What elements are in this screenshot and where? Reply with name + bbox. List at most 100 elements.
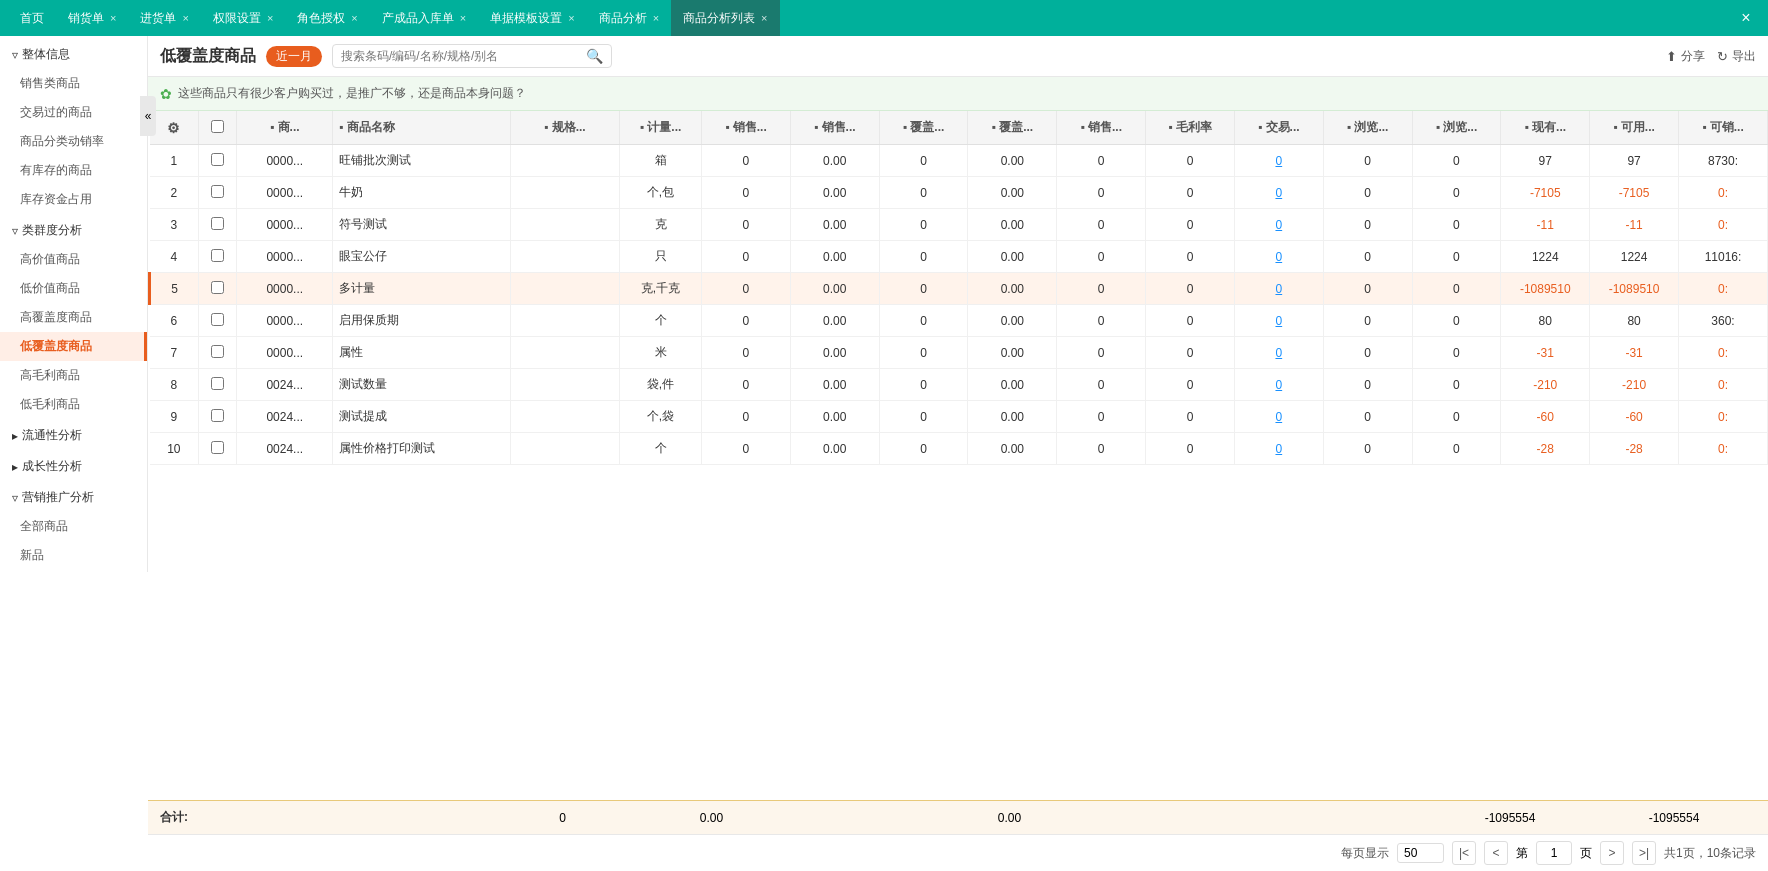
nav-purchase-close-icon[interactable]: × <box>182 12 188 24</box>
export-button[interactable]: ↻ 导出 <box>1717 48 1756 65</box>
sidebar-item-high-value-label: 高价值商品 <box>20 251 80 268</box>
nav-product-analysis-close-icon[interactable]: × <box>653 12 659 24</box>
nav-template-label: 单据模板设置 <box>490 10 562 27</box>
th-sales2[interactable]: ▪ 销售... <box>790 111 879 145</box>
cell-check[interactable] <box>199 145 237 177</box>
next-page-button[interactable]: > <box>1600 841 1624 865</box>
search-input[interactable] <box>341 49 582 63</box>
th-cover1[interactable]: ▪ 覆盖... <box>879 111 968 145</box>
nav-role[interactable]: 角色授权 × <box>285 0 369 36</box>
cell-trade[interactable]: 0 <box>1234 337 1323 369</box>
window-close-button[interactable]: × <box>1732 4 1760 32</box>
cell-check[interactable] <box>199 305 237 337</box>
cell-trade[interactable]: 0 <box>1234 273 1323 305</box>
th-cover2[interactable]: ▪ 覆盖... <box>968 111 1057 145</box>
cell-current: -210 <box>1501 369 1590 401</box>
th-name[interactable]: ▪ 商品名称 <box>333 111 511 145</box>
sidebar-item-capital-usage[interactable]: 库存资金占用 <box>0 185 147 214</box>
sidebar-item-category-rate-label: 商品分类动销率 <box>20 133 104 150</box>
cell-trade[interactable]: 0 <box>1234 369 1323 401</box>
sidebar-item-low-margin[interactable]: 低毛利商品 <box>0 390 147 419</box>
nav-role-close-icon[interactable]: × <box>351 12 357 24</box>
cell-check[interactable] <box>199 273 237 305</box>
last-page-button[interactable]: >| <box>1632 841 1656 865</box>
th-available[interactable]: ▪ 可用... <box>1590 111 1679 145</box>
cell-spec <box>510 241 619 273</box>
th-sellable[interactable]: ▪ 可销... <box>1678 111 1767 145</box>
th-sales3-label: ▪ 销售... <box>1080 120 1122 134</box>
cell-trade[interactable]: 0 <box>1234 209 1323 241</box>
share-button[interactable]: ⬆ 分享 <box>1666 48 1705 65</box>
prev-page-button[interactable]: < <box>1484 841 1508 865</box>
nav-product-analysis-list-close-icon[interactable]: × <box>761 12 767 24</box>
settings-icon[interactable]: ⚙ <box>167 120 180 136</box>
sidebar-group-liquidity[interactable]: ▸ 流通性分析 <box>0 421 147 450</box>
nav-home[interactable]: 首页 <box>8 0 56 36</box>
sidebar-group-cluster[interactable]: ▿ 类群度分析 <box>0 216 147 245</box>
sidebar-item-traded-goods[interactable]: 交易过的商品 <box>0 98 147 127</box>
nav-product-in[interactable]: 产成品入库单 × <box>370 0 478 36</box>
cell-check[interactable] <box>199 401 237 433</box>
th-available-label: ▪ 可用... <box>1613 120 1655 134</box>
th-browse1[interactable]: ▪ 浏览... <box>1323 111 1412 145</box>
sidebar-group-marketing[interactable]: ▿ 营销推广分析 <box>0 483 147 512</box>
sidebar-item-high-margin[interactable]: 高毛利商品 <box>0 361 147 390</box>
sidebar-group-growth-icon: ▸ <box>12 460 18 474</box>
sidebar-group-growth[interactable]: ▸ 成长性分析 <box>0 452 147 481</box>
sidebar-item-new-goods[interactable]: 新品 <box>0 541 147 570</box>
nav-product-in-close-icon[interactable]: × <box>460 12 466 24</box>
cell-sales3: 0 <box>1057 145 1146 177</box>
cell-trade[interactable]: 0 <box>1234 401 1323 433</box>
cell-check[interactable] <box>199 241 237 273</box>
sidebar-item-category-rate[interactable]: 商品分类动销率 <box>0 127 147 156</box>
th-unit[interactable]: ▪ 计量... <box>620 111 702 145</box>
select-all-checkbox[interactable] <box>211 120 224 133</box>
nav-permission[interactable]: 权限设置 × <box>201 0 285 36</box>
th-trade[interactable]: ▪ 交易... <box>1234 111 1323 145</box>
th-sales3[interactable]: ▪ 销售... <box>1057 111 1146 145</box>
th-spec[interactable]: ▪ 规格... <box>510 111 619 145</box>
nav-sales-close-icon[interactable]: × <box>110 12 116 24</box>
sidebar-section-general: ▿ 整体信息 销售类商品 交易过的商品 商品分类动销率 有库存的商品 库存资金占… <box>0 40 147 214</box>
cell-check[interactable] <box>199 433 237 465</box>
cell-check[interactable] <box>199 369 237 401</box>
th-browse2[interactable]: ▪ 浏览... <box>1412 111 1501 145</box>
page-input[interactable] <box>1536 841 1572 865</box>
nav-purchase[interactable]: 进货单 × <box>128 0 200 36</box>
per-page-select[interactable]: 50 100 200 <box>1397 843 1444 863</box>
nav-template-close-icon[interactable]: × <box>568 12 574 24</box>
th-current[interactable]: ▪ 现有... <box>1501 111 1590 145</box>
sidebar-collapse-button[interactable]: « <box>140 96 156 136</box>
cell-current: -1089510 <box>1501 273 1590 305</box>
cell-check[interactable] <box>199 209 237 241</box>
cell-sales2: 0.00 <box>790 337 879 369</box>
nav-permission-close-icon[interactable]: × <box>267 12 273 24</box>
th-sales1[interactable]: ▪ 销售... <box>702 111 791 145</box>
nav-template[interactable]: 单据模板设置 × <box>478 0 586 36</box>
sidebar-group-growth-label: 成长性分析 <box>22 458 82 475</box>
first-page-button[interactable]: |< <box>1452 841 1476 865</box>
cell-trade[interactable]: 0 <box>1234 177 1323 209</box>
search-icon[interactable]: 🔍 <box>586 48 603 64</box>
cell-check[interactable] <box>199 177 237 209</box>
cell-trade[interactable]: 0 <box>1234 241 1323 273</box>
sidebar-item-sales-goods[interactable]: 销售类商品 <box>0 69 147 98</box>
sidebar-item-low-value[interactable]: 低价值商品 <box>0 274 147 303</box>
sidebar-item-stocked-goods[interactable]: 有库存的商品 <box>0 156 147 185</box>
sidebar-item-low-coverage[interactable]: 低覆盖度商品 <box>0 332 147 361</box>
sidebar-item-all-goods[interactable]: 全部商品 <box>0 512 147 541</box>
sidebar-item-high-coverage[interactable]: 高覆盖度商品 <box>0 303 147 332</box>
sidebar-group-general[interactable]: ▿ 整体信息 <box>0 40 147 69</box>
cell-trade[interactable]: 0 <box>1234 305 1323 337</box>
nav-product-analysis-list[interactable]: 商品分析列表 × <box>671 0 779 36</box>
time-filter-button[interactable]: 近一月 <box>266 46 322 67</box>
page-suffix: 页 <box>1580 845 1592 862</box>
nav-product-analysis[interactable]: 商品分析 × <box>587 0 671 36</box>
cell-check[interactable] <box>199 337 237 369</box>
th-code[interactable]: ▪ 商... <box>237 111 333 145</box>
nav-sales[interactable]: 销货单 × <box>56 0 128 36</box>
cell-trade[interactable]: 0 <box>1234 145 1323 177</box>
th-margin[interactable]: ▪ 毛利率 <box>1146 111 1235 145</box>
cell-trade[interactable]: 0 <box>1234 433 1323 465</box>
sidebar-item-high-value[interactable]: 高价值商品 <box>0 245 147 274</box>
